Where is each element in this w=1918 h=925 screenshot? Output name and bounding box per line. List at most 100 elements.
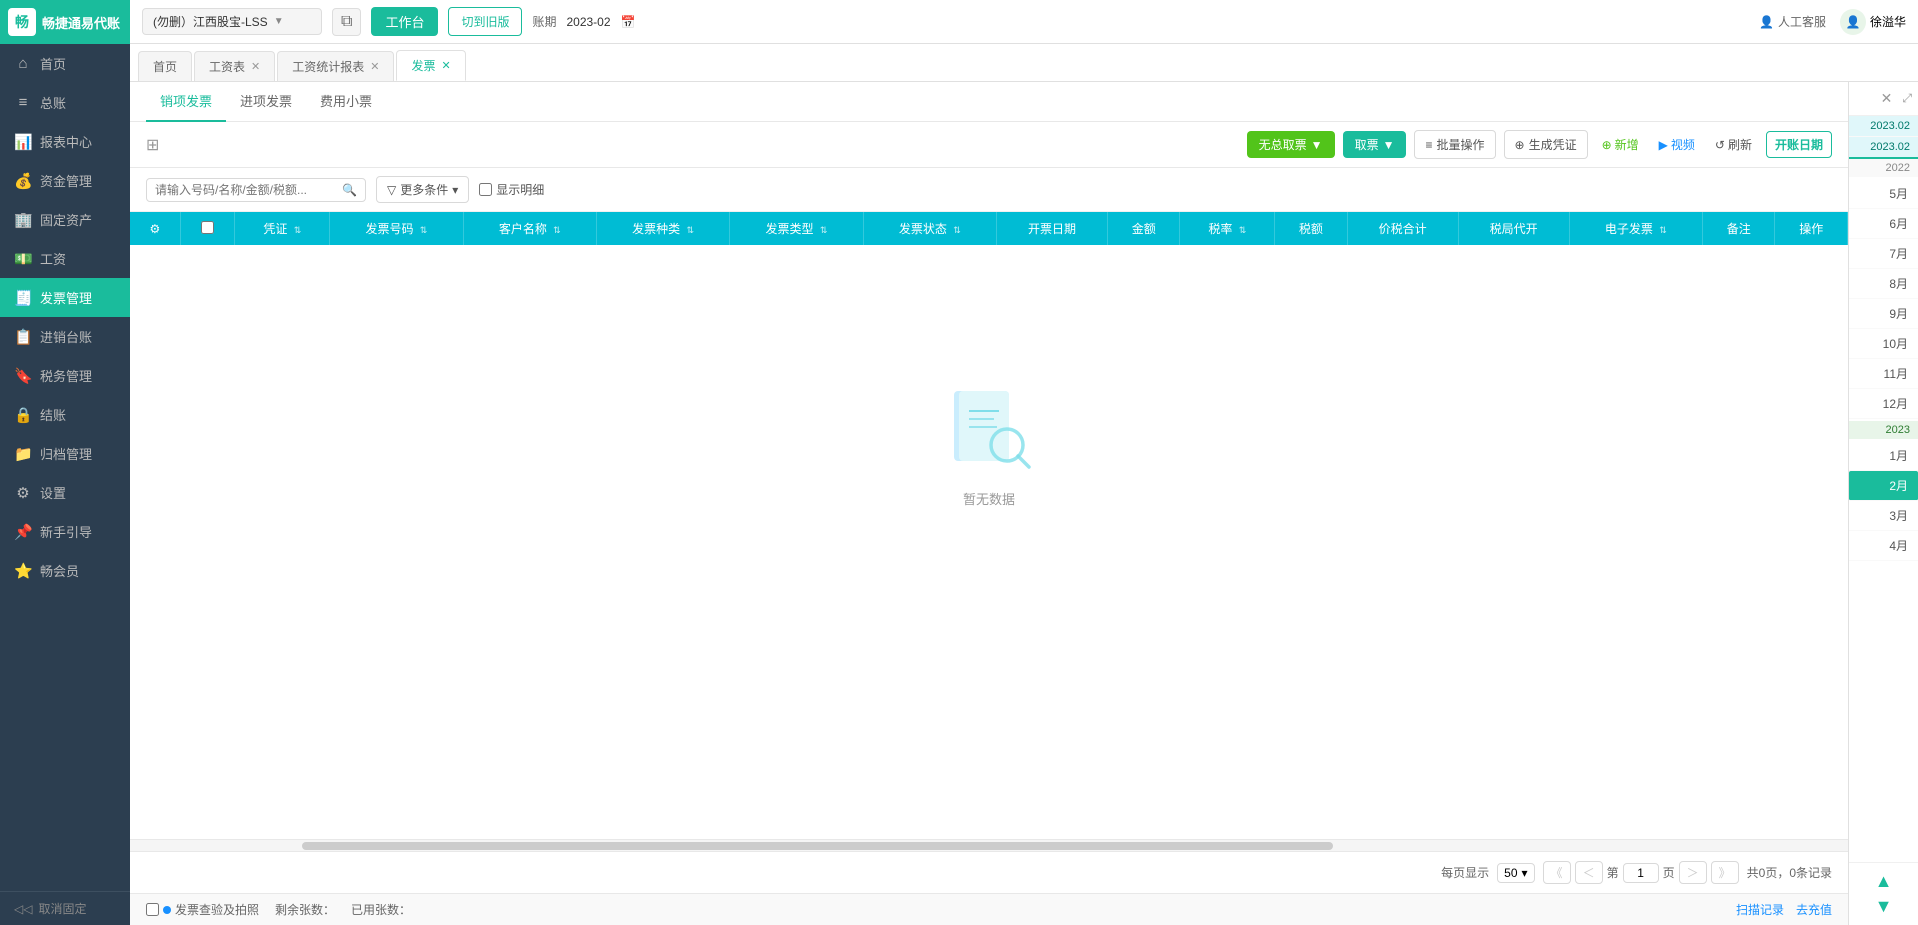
next-page-button[interactable]: ＞ (1679, 861, 1707, 884)
copy-button[interactable]: ⧉ (332, 8, 361, 36)
date-item-2023-01[interactable]: 1月 (1849, 441, 1918, 471)
invoice-check-label[interactable]: 发票查验及拍照 (146, 901, 259, 918)
date-item-2022-06[interactable]: 6月 (1849, 209, 1918, 239)
date-2022-07-label: 7月 (1889, 245, 1908, 262)
pagination-bar: 每页显示 50 ▾ 《 ＜ 第 页 ＞ 》 共0页，0条记录 (130, 851, 1848, 893)
customer-service[interactable]: 👤 人工客服 (1759, 13, 1826, 30)
no-invoice-button[interactable]: 无总取票 ▼ (1247, 131, 1335, 158)
page-size-select[interactable]: 50 ▾ (1497, 863, 1534, 883)
sort-customer-icon[interactable]: ⇅ (553, 225, 561, 235)
sidebar-item-funds[interactable]: 💰 资金管理 (0, 161, 130, 200)
date-panel-maximize-icon[interactable]: ⤢ (1902, 91, 1912, 106)
user-menu[interactable]: 👤 徐溢华 (1840, 9, 1906, 35)
sidebar-item-assets[interactable]: 🏢 固定资产 (0, 200, 130, 239)
col-invoice-status-header: 发票状态 ⇅ (863, 212, 996, 245)
tab-invoice-close-icon[interactable]: ✕ (442, 59, 451, 72)
tab-home[interactable]: 首页 (138, 51, 192, 81)
take-invoice-button[interactable]: 取票 ▼ (1343, 131, 1407, 158)
show-detail-checkbox[interactable] (479, 183, 492, 196)
sort-invoice-category-icon[interactable]: ⇅ (820, 225, 828, 235)
first-page-button[interactable]: 《 (1543, 861, 1571, 884)
show-detail-label[interactable]: 显示明细 (479, 181, 544, 198)
company-selector[interactable]: (勿删）江西股宝-LSS ▼ (142, 8, 322, 35)
col-remark-header: 备注 (1703, 212, 1775, 245)
sub-tab-purchase[interactable]: 进项发票 (226, 82, 306, 122)
filter-more-button[interactable]: ▽ 更多条件 ▾ (376, 176, 469, 203)
date-item-2022-12[interactable]: 12月 (1849, 389, 1918, 419)
content-inner: 销项发票 进项发票 费用小票 ⊞ 无总取票 ▼ 取票 (130, 82, 1848, 925)
tab-salary-stats-close-icon[interactable]: ✕ (370, 60, 379, 73)
open-period-button[interactable]: 开账日期 (1766, 131, 1832, 158)
tab-salary[interactable]: 工资表 ✕ (194, 51, 275, 81)
date-item-2023-03[interactable]: 3月 (1849, 501, 1918, 531)
search-input-wrapper[interactable]: 🔍 (146, 178, 366, 202)
tab-salary-stats[interactable]: 工资统计报表 ✕ (277, 51, 394, 81)
sort-tax-rate-icon[interactable]: ⇅ (1239, 225, 1247, 235)
date-panel-down-icon[interactable]: ▼ (1875, 896, 1893, 917)
sub-tab-sales[interactable]: 销项发票 (146, 82, 226, 122)
settings-icon: ⚙ (14, 484, 32, 502)
empty-text: 暂无数据 (963, 489, 1015, 508)
date-item-2022-08[interactable]: 8月 (1849, 269, 1918, 299)
sort-voucher-icon[interactable]: ⇅ (294, 225, 302, 235)
tab-salary-close-icon[interactable]: ✕ (251, 60, 260, 73)
switch-version-button[interactable]: 切到旧版 (448, 7, 522, 36)
date-item-2022-05[interactable]: 5月 (1849, 179, 1918, 209)
sidebar-item-settings[interactable]: ⚙ 设置 (0, 473, 130, 512)
sidebar-item-salary[interactable]: 💵 工资 (0, 239, 130, 278)
date-panel-up-icon[interactable]: ▲ (1875, 871, 1893, 892)
sidebar-label-guide: 新手引导 (40, 522, 92, 541)
date-panel-close-icon[interactable]: ✕ (1877, 86, 1897, 111)
select-all-checkbox[interactable] (201, 221, 214, 234)
sidebar-item-guide[interactable]: 📌 新手引导 (0, 512, 130, 551)
main-area: (勿删）江西股宝-LSS ▼ ⧉ 工作台 切到旧版 账期 2023-02 📅 👤… (130, 0, 1918, 925)
table-header-row: ⚙ 凭证 ⇅ 发票号码 ⇅ 客户名称 ⇅ 发票种类 ⇅ 发票类型 ⇅ 发票状态 … (130, 212, 1848, 245)
sort-invoice-no-icon[interactable]: ⇅ (420, 225, 428, 235)
workbench-button[interactable]: 工作台 (371, 7, 438, 36)
date-item-2023-02-top[interactable]: 2023.02 (1849, 116, 1918, 137)
sidebar-collapse[interactable]: ◁◁ 取消固定 (0, 892, 130, 925)
refresh-button[interactable]: ↺ 刷新 (1709, 131, 1758, 158)
sidebar-item-invoices[interactable]: 🧾 发票管理 (0, 278, 130, 317)
prev-page-button[interactable]: ＜ (1575, 861, 1603, 884)
date-2022-10-label: 10月 (1883, 335, 1908, 352)
close-period-icon: 🔒 (14, 406, 32, 424)
sidebar-item-archive[interactable]: 📁 归档管理 (0, 434, 130, 473)
date-item-2022-09[interactable]: 9月 (1849, 299, 1918, 329)
date-2022-05-label: 5月 (1889, 185, 1908, 202)
add-button[interactable]: ⊕ 新增 (1596, 131, 1645, 158)
sidebar-item-tax[interactable]: 🔖 税务管理 (0, 356, 130, 395)
sort-e-invoice-icon[interactable]: ⇅ (1659, 225, 1667, 235)
sidebar-item-home[interactable]: ⌂ 首页 (0, 44, 130, 83)
sidebar-item-ledger[interactable]: ≡ 总账 (0, 83, 130, 122)
sidebar-item-close[interactable]: 🔒 结账 (0, 395, 130, 434)
sidebar-item-member[interactable]: ⭐ 畅会员 (0, 551, 130, 590)
invoice-check-checkbox[interactable] (146, 903, 159, 916)
sidebar-item-sales[interactable]: 📋 进销台账 (0, 317, 130, 356)
date-item-2023-02[interactable]: 2月 (1849, 471, 1918, 501)
sidebar-item-reports[interactable]: 📊 报表中心 (0, 122, 130, 161)
date-item-2023-02-top2[interactable]: 2023.02 (1849, 137, 1918, 159)
date-item-2022-07[interactable]: 7月 (1849, 239, 1918, 269)
scrollbar-thumb[interactable] (302, 842, 1333, 850)
batch-ops-button[interactable]: ≡ 批量操作 (1414, 130, 1495, 159)
date-item-2022-10[interactable]: 10月 (1849, 329, 1918, 359)
reports-icon: 📊 (14, 133, 32, 151)
generate-voucher-button[interactable]: ⊕ 生成凭证 (1504, 130, 1588, 159)
sub-tab-expense[interactable]: 费用小票 (306, 82, 386, 122)
topbar-right: 👤 人工客服 👤 徐溢华 (1759, 9, 1906, 35)
tab-invoice[interactable]: 发票 ✕ (396, 50, 465, 81)
recharge-link[interactable]: 去充值 (1796, 901, 1832, 918)
sort-invoice-type-icon[interactable]: ⇅ (687, 225, 695, 235)
horizontal-scroll[interactable] (130, 839, 1848, 851)
take-invoice-label: 取票 (1355, 136, 1379, 153)
date-item-2023-04[interactable]: 4月 (1849, 531, 1918, 561)
video-button[interactable]: ▶ 视频 (1653, 131, 1701, 158)
page-input[interactable] (1623, 863, 1659, 883)
search-input[interactable] (155, 183, 336, 197)
last-page-button[interactable]: 》 (1711, 861, 1739, 884)
period-calendar-icon[interactable]: 📅 (621, 15, 636, 29)
scan-record-link[interactable]: 扫描记录 (1736, 901, 1784, 918)
sort-invoice-status-icon[interactable]: ⇅ (953, 225, 961, 235)
date-item-2022-11[interactable]: 11月 (1849, 359, 1918, 389)
